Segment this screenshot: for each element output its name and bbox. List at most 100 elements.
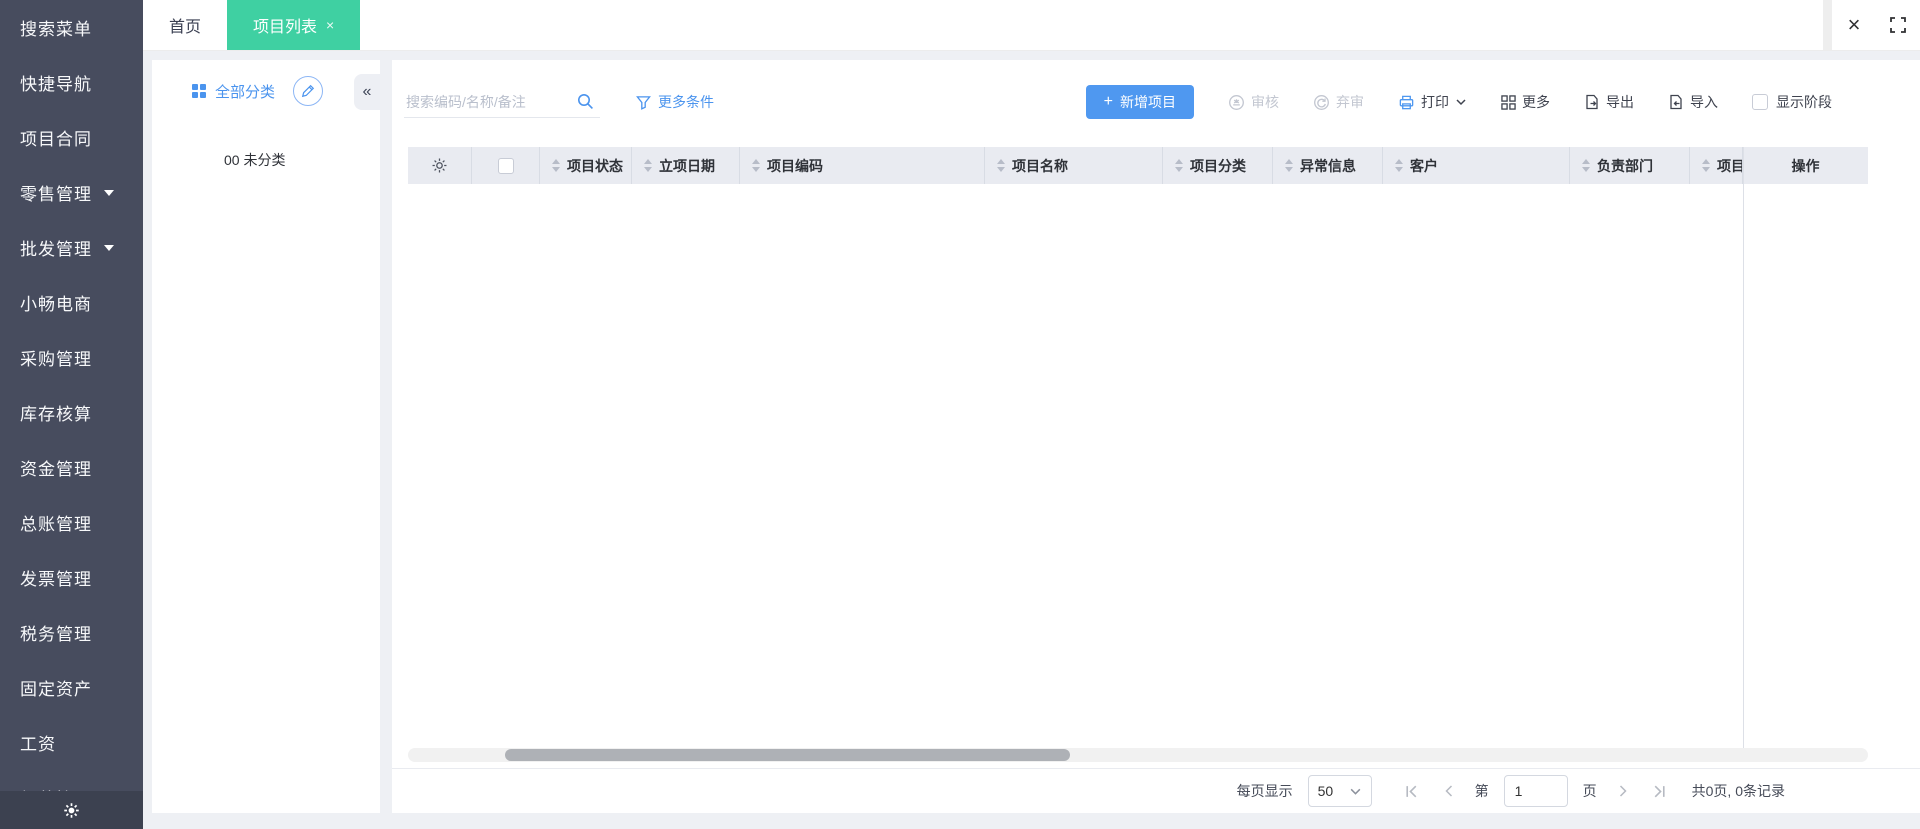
column-label: 项目名称	[1012, 157, 1068, 174]
column-header-project-code[interactable]: 项目编码	[740, 147, 985, 184]
sidebar-item-xiaochang-ecommerce[interactable]: 小畅电商	[0, 275, 143, 330]
search-input[interactable]	[406, 93, 556, 110]
sidebar-item-label: 项目合同	[20, 130, 92, 149]
undo-audit-icon	[1313, 94, 1330, 111]
sidebar-item-general-ledger[interactable]: 总账管理	[0, 495, 143, 550]
sidebar-item-project-contract[interactable]: 项目合同	[0, 110, 143, 165]
export-button[interactable]: 导出	[1584, 92, 1634, 112]
category-panel-title: 全部分类	[215, 83, 276, 101]
page-number-input[interactable]	[1503, 775, 1568, 807]
per-page-select[interactable]: 50	[1307, 775, 1372, 807]
plus-icon: +	[1103, 93, 1113, 110]
sidebar-item-label: 零售管理	[20, 185, 92, 204]
add-project-button[interactable]: + 新增项目	[1085, 85, 1194, 119]
column-header-start-date[interactable]: 立项日期	[632, 147, 740, 184]
horizontal-scrollbar-thumb[interactable]	[505, 749, 1070, 761]
caret-down-icon	[104, 244, 114, 251]
export-icon	[1584, 94, 1600, 110]
sidebar-item-label: 库存核算	[20, 405, 92, 424]
sidebar-item-inventory-accounting[interactable]: 库存核算	[0, 385, 143, 440]
tab-project-list[interactable]: 项目列表 ×	[227, 0, 361, 50]
column-header-abnormal-info[interactable]: 异常信息	[1273, 147, 1383, 184]
import-button[interactable]: 导入	[1668, 92, 1718, 112]
sidebar-item-label: 采购管理	[20, 350, 92, 369]
gear-icon	[431, 157, 448, 174]
topbar-divider	[1823, 0, 1832, 50]
category-panel: 全部分类 « 00 未分类	[152, 60, 380, 813]
gear-icon	[63, 802, 80, 819]
import-label: 导入	[1690, 94, 1718, 110]
pencil-icon	[301, 84, 315, 98]
column-header-responsible-dept[interactable]: 负责部门	[1570, 147, 1690, 184]
tab-close-icon[interactable]: ×	[326, 18, 334, 32]
sort-icon[interactable]	[1285, 159, 1293, 172]
category-item-uncategorized[interactable]: 00 未分类	[152, 150, 380, 170]
sidebar-item-search-menu[interactable]: 搜索菜单	[0, 0, 143, 55]
column-header-project-truncated[interactable]: 项目	[1690, 147, 1743, 184]
column-header-project-status[interactable]: 项目状态	[540, 147, 632, 184]
sort-icon[interactable]	[752, 159, 760, 172]
checkbox-icon[interactable]	[1752, 94, 1768, 110]
table-header: 项目状态 立项日期 项目编码 项目名称 项目分类 异常信息 客户 负责部门 项目…	[408, 147, 1868, 184]
sidebar-item-label: 小畅电商	[20, 295, 92, 314]
search-icon[interactable]	[577, 93, 594, 110]
select-all-checkbox[interactable]	[497, 157, 514, 174]
printer-icon	[1398, 94, 1415, 111]
sort-icon[interactable]	[644, 159, 652, 172]
export-label: 导出	[1606, 94, 1634, 110]
column-settings-button[interactable]	[408, 147, 472, 184]
unaudit-button[interactable]: 弃审	[1313, 92, 1364, 112]
sidebar-item-payroll[interactable]: 工资	[0, 715, 143, 770]
sidebar-item-tax-mgmt[interactable]: 税务管理	[0, 605, 143, 660]
collapse-panel-button[interactable]: «	[354, 74, 380, 110]
first-page-button[interactable]	[1401, 780, 1423, 802]
edit-category-button[interactable]	[293, 76, 324, 106]
column-label: 操作	[1791, 157, 1820, 174]
fullscreen-button[interactable]	[1876, 0, 1920, 50]
sort-icon[interactable]	[997, 159, 1005, 172]
per-page-label: 每页显示	[1236, 783, 1293, 799]
horizontal-scrollbar[interactable]	[408, 748, 1868, 762]
print-button[interactable]: 打印	[1398, 92, 1467, 112]
last-page-button[interactable]	[1649, 780, 1671, 802]
record-summary: 共0页, 0条记录	[1691, 783, 1785, 799]
column-label: 负责部门	[1597, 157, 1653, 174]
more-filters-label: 更多条件	[658, 94, 714, 110]
sort-icon[interactable]	[552, 159, 560, 172]
sidebar-item-invoice-mgmt[interactable]: 发票管理	[0, 550, 143, 605]
sidebar-item-wholesale-mgmt[interactable]: 批发管理	[0, 220, 143, 275]
sort-icon[interactable]	[1395, 159, 1403, 172]
column-label: 异常信息	[1300, 157, 1356, 174]
page-prefix-label: 第	[1474, 783, 1489, 799]
sidebar-settings-button[interactable]	[0, 791, 143, 829]
tab-label: 首页	[169, 19, 202, 36]
sidebar-item-quick-nav[interactable]: 快捷导航	[0, 55, 143, 110]
sort-icon[interactable]	[1582, 159, 1590, 172]
sort-icon[interactable]	[1702, 159, 1710, 172]
show-stage-toggle[interactable]: 显示阶段	[1752, 92, 1832, 112]
sidebar-item-retail-mgmt[interactable]: 零售管理	[0, 165, 143, 220]
sidebar-item-purchase-mgmt[interactable]: 采购管理	[0, 330, 143, 385]
sidebar-item-funds-mgmt[interactable]: 资金管理	[0, 440, 143, 495]
tab-home[interactable]: 首页	[143, 0, 227, 50]
close-button[interactable]: ×	[1832, 0, 1876, 50]
next-page-button[interactable]	[1612, 780, 1634, 802]
table-body-empty	[408, 184, 1868, 748]
column-header-customer[interactable]: 客户	[1383, 147, 1570, 184]
column-header-actions: 操作	[1743, 147, 1868, 184]
sidebar-item-fixed-assets[interactable]: 固定资产	[0, 660, 143, 715]
prev-page-button[interactable]	[1438, 780, 1460, 802]
sort-icon[interactable]	[1175, 159, 1183, 172]
print-label: 打印	[1421, 94, 1449, 110]
close-icon: ×	[1847, 12, 1861, 37]
unaudit-label: 弃审	[1336, 94, 1364, 110]
column-header-project-category[interactable]: 项目分类	[1163, 147, 1273, 184]
category-panel-header: 全部分类 «	[152, 60, 380, 122]
more-actions-button[interactable]: 更多	[1501, 92, 1550, 112]
funnel-icon	[636, 95, 651, 110]
column-header-project-name[interactable]: 项目名称	[985, 147, 1163, 184]
sidebar-item-label: 搜索菜单	[20, 20, 92, 39]
more-filters-button[interactable]: 更多条件	[636, 92, 714, 112]
audit-button[interactable]: 审核	[1228, 92, 1279, 112]
column-label: 项目编码	[767, 157, 823, 174]
